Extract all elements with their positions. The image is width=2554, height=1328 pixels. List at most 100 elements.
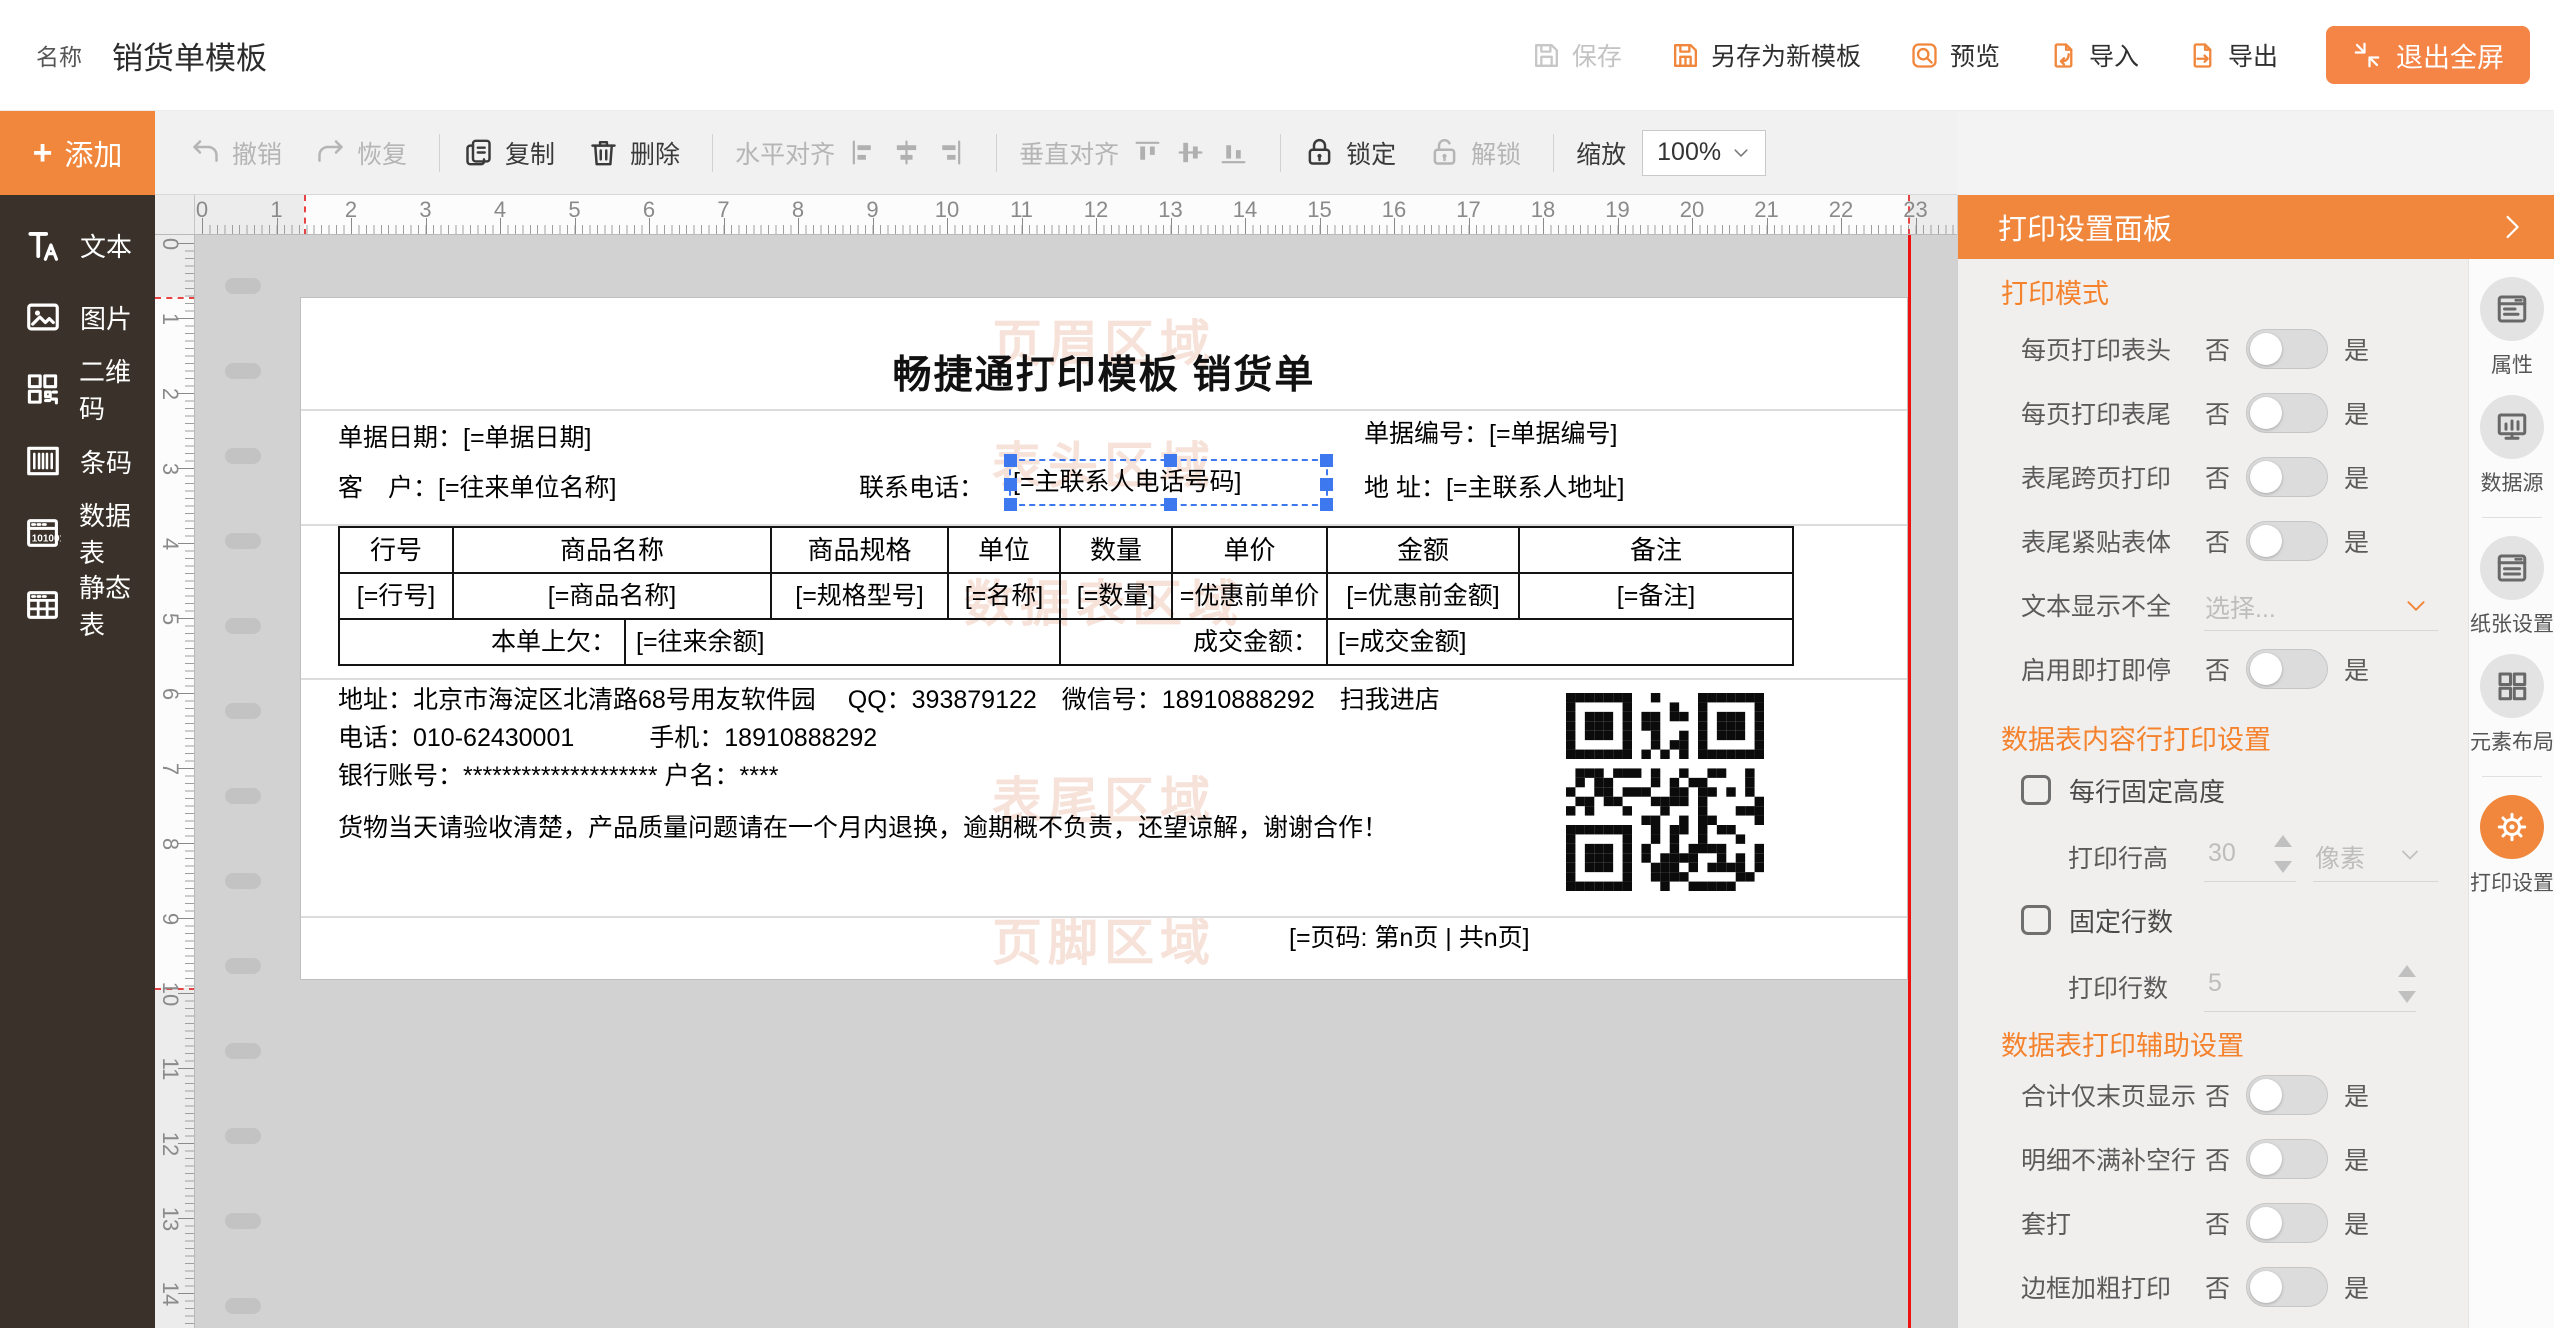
resize-handle-sw[interactable] xyxy=(1004,498,1017,511)
table-footer-cell[interactable]: [=成交金额] xyxy=(1328,620,1792,664)
table-header-cell[interactable]: 单价 xyxy=(1173,528,1328,572)
preview-button[interactable]: 预览 xyxy=(1909,37,2000,73)
sidebar-item-barcode[interactable]: 条码 xyxy=(0,425,155,497)
table-header-cell[interactable]: 行号 xyxy=(340,528,454,572)
table-header-cell[interactable]: 备注 xyxy=(1520,528,1792,572)
table-header-cell[interactable]: 商品规格 xyxy=(772,528,949,572)
sidebar-item-text[interactable]: 文本 xyxy=(0,209,155,281)
dock-item-element-layout[interactable]: 元素布局 xyxy=(2470,654,2554,756)
dock-item-paper-settings[interactable]: 纸张设置 xyxy=(2470,536,2554,638)
align-middle-icon[interactable] xyxy=(1176,138,1205,167)
table-data-cell[interactable]: [=商品名称] xyxy=(454,574,772,618)
qr-code-element[interactable] xyxy=(1566,693,1764,891)
field-phone-label[interactable]: 联系电话： xyxy=(859,470,984,506)
copy-button[interactable]: 复制 xyxy=(462,135,555,171)
table-header-cell[interactable]: 单位 xyxy=(949,528,1061,572)
toggle-switch[interactable] xyxy=(2246,1267,2329,1307)
field-customer[interactable]: 客 户：[=往来单位名称] xyxy=(338,470,617,506)
resize-handle-nw[interactable] xyxy=(1004,454,1017,467)
toggle-switch[interactable] xyxy=(2246,457,2329,497)
toggle-switch[interactable] xyxy=(2246,1203,2329,1243)
toolbar-separator xyxy=(439,133,441,172)
resize-handle-se[interactable] xyxy=(1320,498,1333,511)
zoom-select[interactable]: 100% xyxy=(1642,129,1767,176)
resize-handle-ne[interactable] xyxy=(1320,454,1333,467)
print-settings-panel: 打印设置面板 打印模式 每页打印表头否是每页打印表尾否是表尾跨页打印否是表尾紧贴表… xyxy=(1957,195,2554,1328)
page-number-element[interactable]: [=页码: 第n页 | 共n页] xyxy=(1289,918,1530,954)
chevron-right-icon[interactable] xyxy=(2497,212,2527,242)
table-footer-cell[interactable]: [=往来余额] xyxy=(626,620,1061,664)
stepper-value[interactable]: 30 xyxy=(2208,839,2236,868)
table-header-cell[interactable]: 商品名称 xyxy=(454,528,772,572)
resize-handle-s[interactable] xyxy=(1164,498,1177,511)
save-button[interactable]: 保存 xyxy=(1531,37,1622,73)
stepper-value[interactable]: 5 xyxy=(2208,969,2222,998)
table-data-cell[interactable]: [=优惠前金额] xyxy=(1328,574,1520,618)
import-icon xyxy=(2048,40,2079,71)
data-table-element[interactable]: 行号 商品名称 商品规格 单位 数量 单价 金额 备注 [=行号] [=商品名称] [=规格型号][… xyxy=(338,526,1794,666)
table-footer-cell[interactable]: 成交金额： xyxy=(1061,620,1328,664)
add-button[interactable]: + 添加 xyxy=(0,111,155,195)
dock-item-properties[interactable]: 属性 xyxy=(2480,277,2544,379)
table-data-cell[interactable]: =优惠前单价 xyxy=(1173,574,1328,618)
table-data-cell[interactable]: [=名称] xyxy=(949,574,1061,618)
stepper-arrows[interactable] xyxy=(2398,965,2420,1003)
unlock-button[interactable]: 解锁 xyxy=(1428,135,1521,171)
table-header-cell[interactable]: 数量 xyxy=(1061,528,1173,572)
select-value[interactable]: 选择... xyxy=(2205,589,2276,625)
table-data-cell[interactable]: [=规格型号] xyxy=(772,574,949,618)
align-left-icon[interactable] xyxy=(849,138,878,167)
toggle-switch[interactable] xyxy=(2246,649,2329,689)
stepper-arrows[interactable] xyxy=(2274,835,2296,873)
toolbar-separator xyxy=(712,133,714,172)
resize-handle-e[interactable] xyxy=(1320,478,1333,491)
sidebar-item-image[interactable]: 图片 xyxy=(0,281,155,353)
resize-handle-w[interactable] xyxy=(1004,478,1017,491)
field-date[interactable]: 单据日期：[=单据日期] xyxy=(338,420,592,456)
checkbox[interactable] xyxy=(2021,905,2051,935)
footer-line-bank[interactable]: 银行账号：******************** 户名：**** xyxy=(338,756,778,792)
doc-title-element[interactable]: 畅捷通打印模板 销货单 xyxy=(301,344,1907,400)
undo-button[interactable]: 撤销 xyxy=(189,135,282,171)
table-header-cell[interactable]: 金额 xyxy=(1328,528,1520,572)
resize-handle-n[interactable] xyxy=(1164,454,1177,467)
table-footer-cell[interactable]: 本单上欠： xyxy=(340,620,626,664)
footer-line-notice[interactable]: 货物当天请验收清楚，产品质量问题请在一个月内退换，逾期概不负责，还望谅解，谢谢合… xyxy=(338,808,1388,844)
align-right-icon[interactable] xyxy=(935,138,964,167)
delete-button[interactable]: 删除 xyxy=(587,135,680,171)
chevron-down-icon[interactable] xyxy=(2398,843,2422,867)
table-data-cell[interactable]: [=备注] xyxy=(1520,574,1792,618)
toggle-switch[interactable] xyxy=(2246,329,2329,369)
toggle-switch[interactable] xyxy=(2246,1139,2329,1179)
selected-element-phone[interactable]: [=主联系人电话号码] xyxy=(1004,454,1333,511)
toggle-switch[interactable] xyxy=(2246,521,2329,561)
sidebar-item-qrcode[interactable]: 二维码 xyxy=(0,353,155,425)
footer-line-address[interactable]: 地址：北京市海淀区北清路68号用友软件园 QQ：393879122 微信号：18… xyxy=(338,680,1440,716)
dock-item-print-settings[interactable]: 打印设置 xyxy=(2470,795,2554,897)
chevron-down-icon[interactable] xyxy=(2403,593,2429,619)
align-bottom-icon[interactable] xyxy=(1219,138,1248,167)
footer-line-phone[interactable]: 电话：010-62430001 手机：18910888292 xyxy=(338,718,877,754)
field-address[interactable]: 地 址：[=主联系人地址] xyxy=(1364,470,1624,506)
sidebar-item-datatable[interactable]: 101001数据表 xyxy=(0,497,155,569)
toggle-switch[interactable] xyxy=(2246,1075,2329,1115)
save-as-new-button[interactable]: 另存为新模板 xyxy=(1670,37,1861,73)
dock-item-datasource[interactable]: 数据源 xyxy=(2480,395,2544,497)
exit-fullscreen-button[interactable]: 退出全屏 xyxy=(2326,26,2530,84)
unit-value[interactable]: 像素 xyxy=(2315,839,2365,875)
align-center-icon[interactable] xyxy=(892,138,921,167)
table-data-cell[interactable]: [=数量] xyxy=(1061,574,1173,618)
toggle-switch[interactable] xyxy=(2246,393,2329,433)
export-button[interactable]: 导出 xyxy=(2187,37,2278,73)
table-data-cell[interactable]: [=行号] xyxy=(340,574,454,618)
panel-section-title: 打印模式 xyxy=(2001,278,2109,309)
redo-button[interactable]: 恢复 xyxy=(314,135,407,171)
sidebar-item-statictable[interactable]: 静态表 xyxy=(0,569,155,641)
template-paper[interactable]: 页眉区域 表头区域 数据表区域 表尾区域 页脚区域 畅捷通打印模板 销货单 单据… xyxy=(300,297,1908,980)
field-doc-number[interactable]: 单据编号：[=单据编号] xyxy=(1364,416,1618,452)
checkbox[interactable] xyxy=(2021,775,2051,805)
import-button[interactable]: 导入 xyxy=(2048,37,2139,73)
lock-button[interactable]: 锁定 xyxy=(1303,135,1396,171)
align-top-icon[interactable] xyxy=(1133,138,1162,167)
design-canvas[interactable]: 页眉区域 表头区域 数据表区域 表尾区域 页脚区域 畅捷通打印模板 销货单 单据… xyxy=(195,235,1957,1328)
